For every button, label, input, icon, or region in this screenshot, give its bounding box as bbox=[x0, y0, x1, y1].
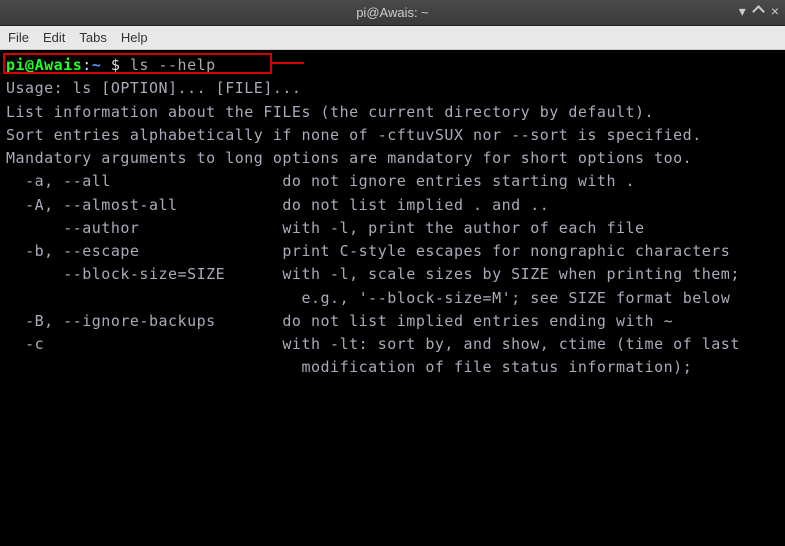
output-line: --author with -l, print the author of ea… bbox=[6, 217, 779, 240]
output-line: -a, --all do not ignore entries starting… bbox=[6, 170, 779, 193]
output-line: List information about the FILEs (the cu… bbox=[6, 101, 779, 124]
prompt-path: ~ bbox=[92, 56, 102, 74]
window-title: pi@Awais: ~ bbox=[356, 5, 429, 20]
prompt-user-host: pi@Awais bbox=[6, 56, 82, 74]
output-line: e.g., '--block-size=M'; see SIZE format … bbox=[6, 287, 779, 310]
menu-edit[interactable]: Edit bbox=[43, 30, 65, 45]
output-line: --block-size=SIZE with -l, scale sizes b… bbox=[6, 263, 779, 286]
titlebar: pi@Awais: ~ ▾ × bbox=[0, 0, 785, 26]
annotation-arrow bbox=[272, 62, 304, 64]
output-line: Mandatory arguments to long options are … bbox=[6, 147, 779, 170]
prompt-marker: $ bbox=[101, 56, 130, 74]
minimize-icon[interactable]: ▾ bbox=[739, 4, 746, 18]
maximize-icon[interactable] bbox=[754, 4, 763, 18]
output-line: -c with -lt: sort by, and show, ctime (t… bbox=[6, 333, 779, 356]
output-line: -A, --almost-all do not list implied . a… bbox=[6, 194, 779, 217]
prompt-command: ls --help bbox=[130, 56, 216, 74]
output-line: -b, --escape print C-style escapes for n… bbox=[6, 240, 779, 263]
output-line: Usage: ls [OPTION]... [FILE]... bbox=[6, 77, 779, 100]
prompt-colon: : bbox=[82, 56, 92, 74]
terminal[interactable]: pi@Awais:~ $ ls --help Usage: ls [OPTION… bbox=[0, 50, 785, 546]
close-icon[interactable]: × bbox=[771, 4, 779, 18]
output-line: Sort entries alphabetically if none of -… bbox=[6, 124, 779, 147]
window-controls: ▾ × bbox=[739, 4, 779, 18]
menu-tabs[interactable]: Tabs bbox=[79, 30, 106, 45]
menubar: File Edit Tabs Help bbox=[0, 26, 785, 50]
prompt-line: pi@Awais:~ $ ls --help bbox=[6, 54, 216, 77]
menu-file[interactable]: File bbox=[8, 30, 29, 45]
menu-help[interactable]: Help bbox=[121, 30, 148, 45]
output-line: -B, --ignore-backups do not list implied… bbox=[6, 310, 779, 333]
output-line: modification of file status information)… bbox=[6, 356, 779, 379]
